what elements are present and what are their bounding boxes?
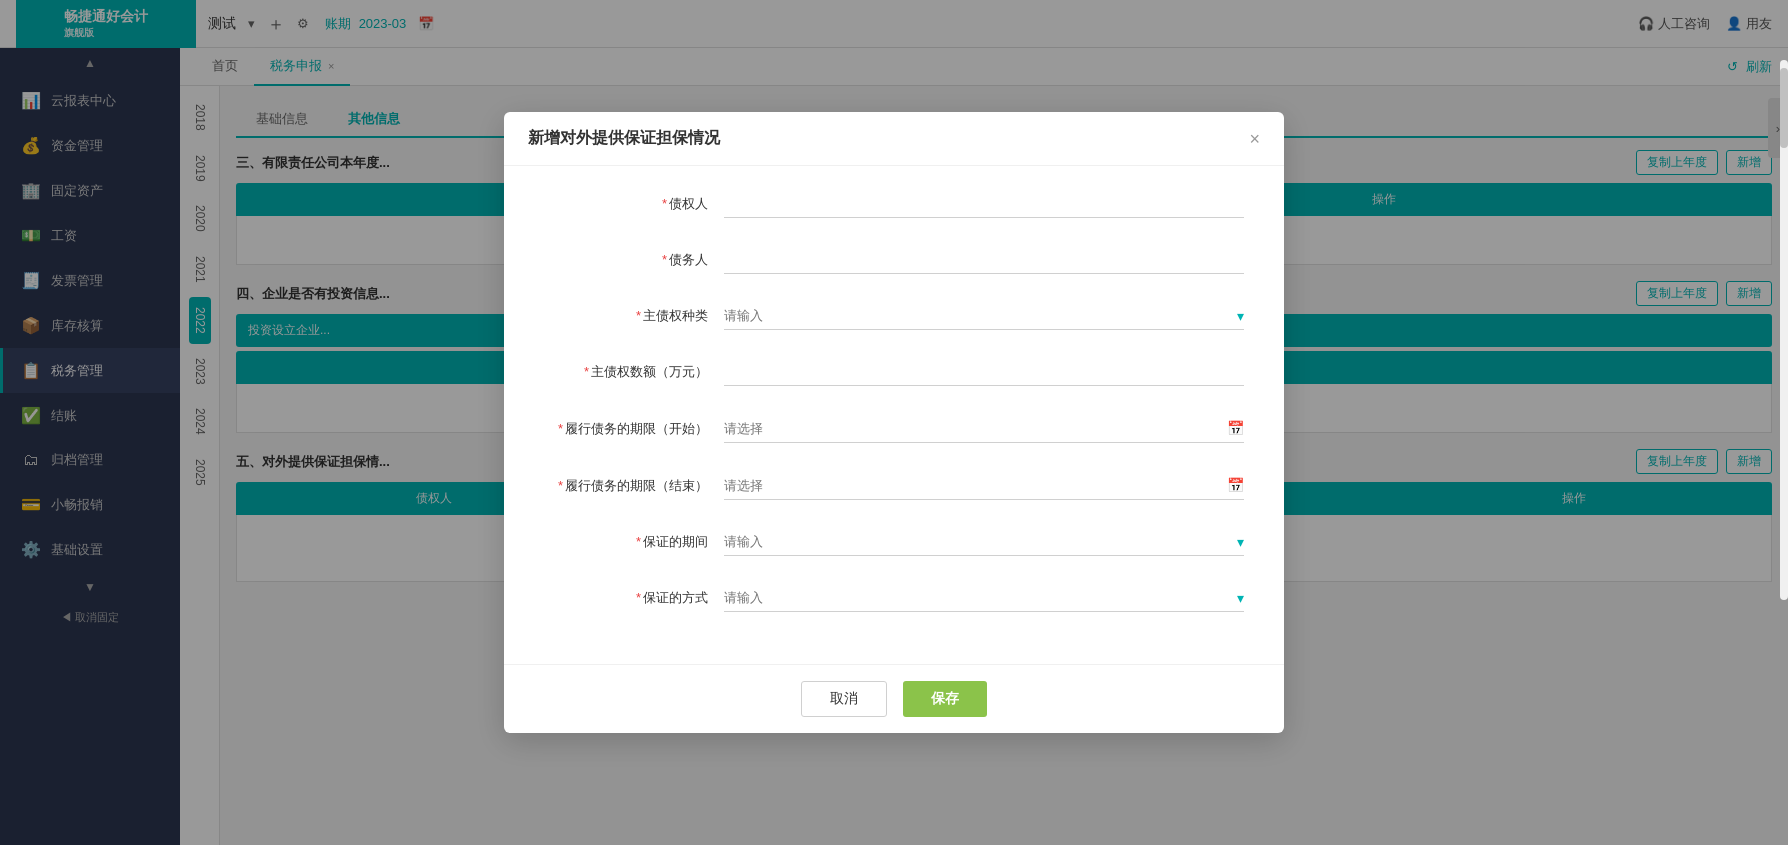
form-row-claim-type: *主债权种类 ▾ xyxy=(544,302,1244,330)
form-row-guarantee-method: *保证的方式 ▾ xyxy=(544,584,1244,612)
form-row-period-start: *履行债务的期限（开始） 📅 xyxy=(544,414,1244,443)
period-end-label: *履行债务的期限（结束） xyxy=(544,477,724,495)
modal-header: 新增对外提供保证担保情况 × xyxy=(504,112,1284,166)
period-end-date[interactable]: 📅 xyxy=(724,471,1244,500)
claim-amount-label: *主债权数额（万元） xyxy=(544,363,724,381)
creditor-input[interactable] xyxy=(724,190,1244,218)
debtor-label: *债务人 xyxy=(544,251,724,269)
modal-close-button[interactable]: × xyxy=(1249,130,1260,148)
period-end-cal-icon[interactable]: 📅 xyxy=(1227,477,1244,493)
creditor-label: *债权人 xyxy=(544,195,724,213)
guarantee-period-arrow[interactable]: ▾ xyxy=(1237,534,1244,550)
cancel-button[interactable]: 取消 xyxy=(801,681,887,717)
modal-title: 新增对外提供保证担保情况 xyxy=(528,128,720,149)
claim-type-arrow[interactable]: ▾ xyxy=(1237,308,1244,324)
modal-dialog: 新增对外提供保证担保情况 × *债权人 *债务人 xyxy=(504,112,1284,733)
period-start-required: * xyxy=(558,421,563,436)
guarantee-method-label: *保证的方式 xyxy=(544,589,724,607)
creditor-required: * xyxy=(662,196,667,211)
claim-type-input[interactable] xyxy=(724,302,1237,329)
form-row-creditor: *债权人 xyxy=(544,190,1244,218)
form-row-period-end: *履行债务的期限（结束） 📅 xyxy=(544,471,1244,500)
claim-type-required: * xyxy=(636,308,641,323)
claim-amount-required: * xyxy=(584,364,589,379)
save-button[interactable]: 保存 xyxy=(903,681,987,717)
period-start-date[interactable]: 📅 xyxy=(724,414,1244,443)
form-row-claim-amount: *主债权数额（万元） xyxy=(544,358,1244,386)
guarantee-period-input[interactable] xyxy=(724,528,1237,555)
period-start-cal-icon[interactable]: 📅 xyxy=(1227,420,1244,436)
guarantee-method-arrow[interactable]: ▾ xyxy=(1237,590,1244,606)
modal-body: *债权人 *债务人 *主债权种类 ▾ xyxy=(504,166,1284,664)
guarantee-period-required: * xyxy=(636,534,641,549)
form-row-debtor: *债务人 xyxy=(544,246,1244,274)
debtor-required: * xyxy=(662,252,667,267)
guarantee-period-label: *保证的期间 xyxy=(544,533,724,551)
guarantee-method-input[interactable] xyxy=(724,584,1237,611)
claim-amount-input[interactable] xyxy=(724,358,1244,386)
modal-footer: 取消 保存 xyxy=(504,664,1284,733)
guarantee-method-select[interactable]: ▾ xyxy=(724,584,1244,612)
claim-type-select[interactable]: ▾ xyxy=(724,302,1244,330)
period-end-input[interactable] xyxy=(724,478,1227,493)
debtor-input[interactable] xyxy=(724,246,1244,274)
modal-overlay: 新增对外提供保证担保情况 × *债权人 *债务人 xyxy=(0,0,1788,845)
claim-type-label: *主债权种类 xyxy=(544,307,724,325)
form-row-guarantee-period: *保证的期间 ▾ xyxy=(544,528,1244,556)
guarantee-method-required: * xyxy=(636,590,641,605)
guarantee-period-select[interactable]: ▾ xyxy=(724,528,1244,556)
period-start-label: *履行债务的期限（开始） xyxy=(544,420,724,438)
period-start-input[interactable] xyxy=(724,421,1227,436)
period-end-required: * xyxy=(558,478,563,493)
